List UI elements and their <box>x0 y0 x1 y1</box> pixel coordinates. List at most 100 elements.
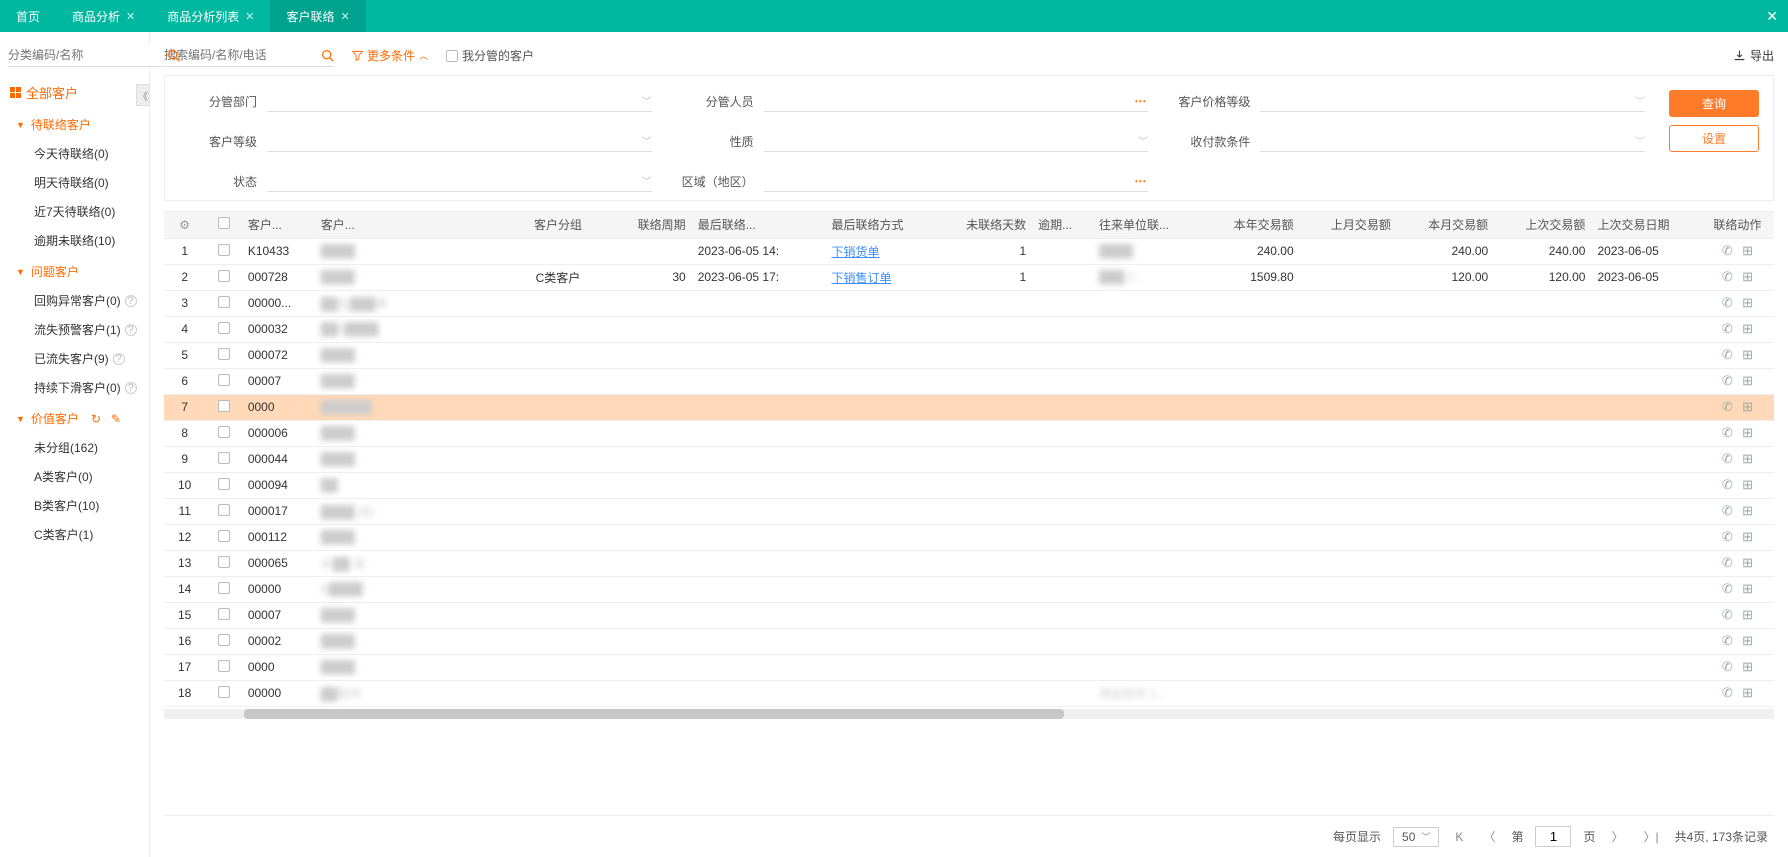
table-row[interactable]: 300000...██生███坤✆ ⊞ <box>164 290 1774 316</box>
contact-action-icon[interactable]: ✆ <box>1722 685 1733 700</box>
contact-action-icon[interactable]: ✆ <box>1722 529 1733 544</box>
contact-action-icon[interactable]: ✆ <box>1722 503 1733 518</box>
filter-input[interactable]: ﹀ <box>1260 130 1645 152</box>
tree-item[interactable]: 回购异常客户(0)? <box>6 286 143 315</box>
col-header[interactable]: 往来单位联... <box>1093 212 1202 238</box>
tree-item[interactable]: B类客户(10) <box>6 491 143 520</box>
contact-action-icon[interactable]: ✆ <box>1722 243 1733 258</box>
col-header[interactable]: 未联络天数 <box>935 212 1032 238</box>
more-action-icon[interactable]: ⊞ <box>1742 529 1753 544</box>
row-checkbox[interactable] <box>218 348 230 360</box>
tree-item[interactable]: 逾期未联络(10) <box>6 226 143 255</box>
tab-客户联络[interactable]: 客户联络✕ <box>270 0 365 32</box>
col-header[interactable]: 最后联络... <box>692 212 826 238</box>
contact-action-icon[interactable]: ✆ <box>1722 477 1733 492</box>
col-header[interactable]: 逾期... <box>1032 212 1093 238</box>
tree-group[interactable]: ▼待联络客户 <box>6 108 143 139</box>
tree-item[interactable]: C类客户(1) <box>6 520 143 549</box>
tree-group[interactable]: ▼问题客户 <box>6 255 143 286</box>
contact-action-icon[interactable]: ✆ <box>1722 659 1733 674</box>
pager-last-icon[interactable]: 〉| <box>1640 828 1663 845</box>
col-header[interactable]: 客户... <box>242 212 315 238</box>
col-header[interactable]: 客户... <box>315 212 510 238</box>
row-checkbox[interactable] <box>218 322 230 334</box>
table-row[interactable]: 1400000B████✆ ⊞ <box>164 576 1774 602</box>
col-header[interactable]: 最后联络方式 <box>825 212 934 238</box>
table-row[interactable]: 600007████✆ ⊞ <box>164 368 1774 394</box>
contact-action-icon[interactable]: ✆ <box>1722 607 1733 622</box>
table-row[interactable]: 1K10433████2023-06-05 14:下销货单1████240.00… <box>164 238 1774 264</box>
col-header[interactable] <box>205 212 241 238</box>
help-icon[interactable]: ? <box>125 324 137 336</box>
close-icon[interactable]: ✕ <box>245 10 254 23</box>
row-checkbox[interactable] <box>218 660 230 672</box>
table-row[interactable]: 8000006████✆ ⊞ <box>164 420 1774 446</box>
help-icon[interactable]: ? <box>125 382 137 394</box>
filter-input[interactable]: ﹀ <box>267 130 652 152</box>
col-header[interactable]: 上月交易额 <box>1300 212 1397 238</box>
select-all-checkbox[interactable] <box>218 217 230 229</box>
filter-input[interactable]: ﹀ <box>267 170 652 192</box>
export-button[interactable]: 导出 <box>1733 47 1774 64</box>
tree-item[interactable]: 明天待联络(0) <box>6 168 143 197</box>
col-header[interactable]: 本年交易额 <box>1202 212 1299 238</box>
table-row[interactable]: 1600002████✆ ⊞ <box>164 628 1774 654</box>
filter-input[interactable]: ⋯ <box>764 170 1149 192</box>
pager-page-input[interactable] <box>1535 826 1571 847</box>
settings-button[interactable]: 设置 <box>1669 125 1759 152</box>
row-checkbox[interactable] <box>218 452 230 464</box>
row-checkbox[interactable] <box>218 530 230 542</box>
table-row[interactable]: 2000728████C类客户302023-06-05 17:下销售订单1███… <box>164 264 1774 290</box>
more-action-icon[interactable]: ⊞ <box>1742 607 1753 622</box>
tree-item[interactable]: 今天待联络(0) <box>6 139 143 168</box>
table-row[interactable]: 11000017████ 店)✆ ⊞ <box>164 498 1774 524</box>
row-checkbox[interactable] <box>218 686 230 698</box>
category-search-input[interactable] <box>8 44 163 67</box>
pager-first-icon[interactable]: K <box>1451 830 1467 844</box>
contact-action-icon[interactable]: ✆ <box>1722 295 1733 310</box>
more-action-icon[interactable]: ⊞ <box>1742 659 1753 674</box>
row-checkbox[interactable] <box>218 504 230 516</box>
pager-next-icon[interactable]: 〉 <box>1607 828 1627 845</box>
row-checkbox[interactable] <box>218 296 230 308</box>
query-button[interactable]: 查询 <box>1669 90 1759 117</box>
row-checkbox[interactable] <box>218 426 230 438</box>
more-action-icon[interactable]: ⊞ <box>1742 451 1753 466</box>
contact-action-icon[interactable]: ✆ <box>1722 269 1733 284</box>
help-icon[interactable]: ? <box>125 295 137 307</box>
tree-item[interactable]: 已流失客户(9)? <box>6 344 143 373</box>
tree-item[interactable]: 未分组(162) <box>6 433 143 462</box>
page-size-select[interactable]: 50 ﹀ <box>1393 827 1439 847</box>
tree-group[interactable]: ▼价值客户↻✎ <box>6 402 143 433</box>
more-action-icon[interactable]: ⊞ <box>1742 633 1753 648</box>
row-checkbox[interactable] <box>218 400 230 412</box>
contact-action-icon[interactable]: ✆ <box>1722 347 1733 362</box>
close-icon[interactable]: ✕ <box>341 10 350 23</box>
more-action-icon[interactable]: ⊞ <box>1742 373 1753 388</box>
tree-item[interactable]: A类客户(0) <box>6 462 143 491</box>
contact-action-icon[interactable]: ✆ <box>1722 321 1733 336</box>
horizontal-scrollbar[interactable] <box>164 709 1774 719</box>
more-action-icon[interactable]: ⊞ <box>1742 269 1753 284</box>
table-row[interactable]: 70000██████✆ ⊞ <box>164 394 1774 420</box>
contact-action-icon[interactable]: ✆ <box>1722 633 1733 648</box>
table-row[interactable]: 12000112████✆ ⊞ <box>164 524 1774 550</box>
edit-icon[interactable]: ✎ <box>111 412 121 426</box>
col-header[interactable]: 客户分组 <box>509 212 606 238</box>
table-row[interactable]: 170000████✆ ⊞ <box>164 654 1774 680</box>
more-filters-toggle[interactable]: 更多条件 ︿ <box>352 47 428 64</box>
pager-prev-icon[interactable]: 〈 <box>1479 828 1499 845</box>
col-header[interactable]: 联络动作 <box>1701 212 1774 238</box>
filter-input[interactable]: ﹀ <box>1260 90 1645 112</box>
tab-商品分析列表[interactable]: 商品分析列表✕ <box>151 0 270 32</box>
contact-action-icon[interactable]: ✆ <box>1722 425 1733 440</box>
table-row[interactable]: 1800000██软件用友软件 1...✆ ⊞ <box>164 680 1774 706</box>
col-header[interactable]: 上次交易额 <box>1494 212 1591 238</box>
tree-root[interactable]: 全部客户 <box>6 77 143 108</box>
more-action-icon[interactable]: ⊞ <box>1742 347 1753 362</box>
more-action-icon[interactable]: ⊞ <box>1742 503 1753 518</box>
row-checkbox[interactable] <box>218 582 230 594</box>
tree-item[interactable]: 持续下滑客户(0)? <box>6 373 143 402</box>
collapse-sidebar-icon[interactable]: 《 <box>136 84 150 106</box>
contact-action-icon[interactable]: ✆ <box>1722 399 1733 414</box>
